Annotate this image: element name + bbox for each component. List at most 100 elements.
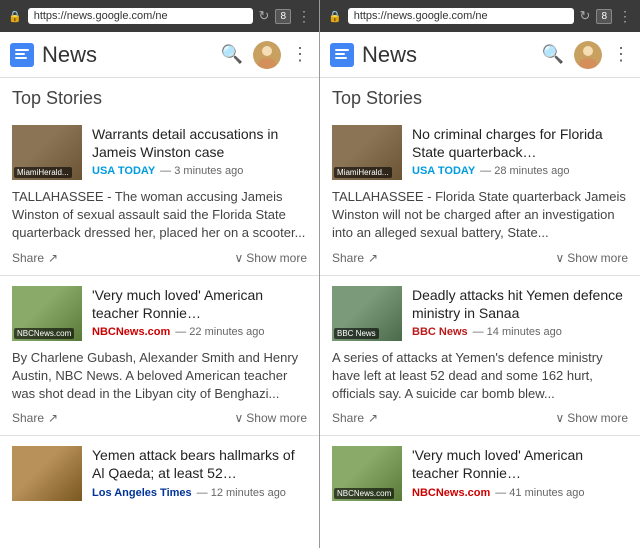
show-more-label: Show more [567, 411, 628, 425]
tab-count[interactable]: 8 [275, 9, 291, 24]
share-label: Share [12, 411, 44, 425]
story-body: A series of attacks at Yemen's defence m… [332, 349, 628, 404]
menu-icon[interactable]: ⋮ [297, 8, 311, 25]
reload-icon[interactable]: ↻ [580, 8, 591, 24]
story-thumbnail: NBCNews.com [12, 286, 82, 341]
share-label: Share [12, 251, 44, 265]
story-time: — 22 minutes ago [175, 326, 264, 338]
story-thumbnail: MiamiHerald... [12, 125, 82, 180]
story-title[interactable]: No criminal charges for Florida State qu… [412, 125, 628, 161]
story-header: MiamiHerald... No criminal charges for F… [332, 125, 628, 180]
more-options-icon[interactable]: ⋮ [291, 44, 309, 65]
story-source: USA TODAY [412, 165, 475, 177]
share-icon: ↗ [48, 251, 58, 265]
source-line: NBCNews.com — 22 minutes ago [92, 326, 307, 338]
source-line: NBCNews.com — 41 minutes ago [412, 487, 628, 499]
story-title[interactable]: 'Very much loved' American teacher Ronni… [412, 446, 628, 482]
show-more-label: Show more [567, 251, 628, 265]
app-title: News [362, 42, 534, 68]
story-header: NBCNews.com 'Very much loved' American t… [332, 446, 628, 501]
story-thumbnail: BBC News [332, 286, 402, 341]
user-avatar[interactable] [574, 41, 602, 69]
user-avatar[interactable] [253, 41, 281, 69]
content-area: Top Stories MiamiHerald... Warrants deta… [0, 78, 319, 548]
source-line: USA TODAY — 3 minutes ago [92, 165, 307, 177]
story-footer: Share ↗ ∨ Show more [332, 411, 628, 425]
story-header: BBC News Deadly attacks hit Yemen defenc… [332, 286, 628, 341]
content-area: Top Stories MiamiHerald... No criminal c… [320, 78, 640, 548]
show-more-button[interactable]: ∨ Show more [556, 251, 629, 265]
story-info: 'Very much loved' American teacher Ronni… [412, 446, 628, 501]
share-button[interactable]: Share ↗ [12, 251, 58, 265]
tab-count[interactable]: 8 [596, 9, 612, 24]
story-info: Yemen attack bears hallmarks of Al Qaeda… [92, 446, 307, 501]
story-time: — 12 minutes ago [197, 487, 286, 499]
share-button[interactable]: Share ↗ [12, 411, 58, 425]
more-options-icon[interactable]: ⋮ [612, 44, 630, 65]
story-footer: Share ↗ ∨ Show more [12, 251, 307, 265]
story-body: TALLAHASSEE - Florida State quarterback … [332, 188, 628, 243]
story-footer: Share ↗ ∨ Show more [12, 411, 307, 425]
chevron-down-icon: ∨ [235, 251, 244, 265]
section-title: Top Stories [320, 78, 640, 115]
address-bar: 🔒 https://news.google.com/ne ↻ 8 ⋮ [320, 0, 640, 32]
story-source: NBCNews.com [412, 487, 490, 499]
reload-icon[interactable]: ↻ [259, 8, 270, 24]
story-footer: Share ↗ ∨ Show more [332, 251, 628, 265]
avatar-image [574, 41, 602, 69]
story-card: MiamiHerald... Warrants detail accusatio… [0, 115, 319, 276]
story-info: Warrants detail accusations in Jameis Wi… [92, 125, 307, 180]
story-source: BBC News [412, 326, 468, 338]
story-title[interactable]: Yemen attack bears hallmarks of Al Qaeda… [92, 446, 307, 482]
story-card: MiamiHerald... No criminal charges for F… [320, 115, 640, 276]
app-bar-icons: 🔍 ⋮ [221, 41, 309, 69]
story-thumbnail [12, 446, 82, 501]
story-info: Deadly attacks hit Yemen defence ministr… [412, 286, 628, 341]
avatar-image [253, 41, 281, 69]
app-logo [10, 43, 34, 67]
story-time: — 28 minutes ago [480, 165, 569, 177]
lock-icon: 🔒 [328, 10, 342, 23]
lock-icon: 🔒 [8, 10, 22, 23]
chevron-down-icon: ∨ [556, 251, 565, 265]
show-more-label: Show more [246, 251, 307, 265]
share-label: Share [332, 411, 364, 425]
story-info: No criminal charges for Florida State qu… [412, 125, 628, 180]
url-bar[interactable]: https://news.google.com/ne [28, 8, 253, 24]
browser-pane: 🔒 https://news.google.com/ne ↻ 8 ⋮ News … [320, 0, 640, 548]
story-thumbnail: MiamiHerald... [332, 125, 402, 180]
story-thumbnail: NBCNews.com [332, 446, 402, 501]
story-card: NBCNews.com 'Very much loved' American t… [320, 436, 640, 519]
story-info: 'Very much loved' American teacher Ronni… [92, 286, 307, 341]
show-more-label: Show more [246, 411, 307, 425]
url-bar[interactable]: https://news.google.com/ne [348, 8, 574, 24]
story-source: USA TODAY [92, 165, 155, 177]
app-title: News [42, 42, 213, 68]
menu-icon[interactable]: ⋮ [618, 8, 632, 25]
story-card: Yemen attack bears hallmarks of Al Qaeda… [0, 436, 319, 519]
story-title[interactable]: Warrants detail accusations in Jameis Wi… [92, 125, 307, 161]
story-header: MiamiHerald... Warrants detail accusatio… [12, 125, 307, 180]
story-body: By Charlene Gubash, Alexander Smith and … [12, 349, 307, 404]
story-title[interactable]: Deadly attacks hit Yemen defence ministr… [412, 286, 628, 322]
search-icon[interactable]: 🔍 [542, 44, 564, 65]
source-line: USA TODAY — 28 minutes ago [412, 165, 628, 177]
section-title: Top Stories [0, 78, 319, 115]
story-time: — 3 minutes ago [160, 165, 243, 177]
story-card: NBCNews.com 'Very much loved' American t… [0, 276, 319, 437]
share-label: Share [332, 251, 364, 265]
chevron-down-icon: ∨ [556, 411, 565, 425]
story-source: NBCNews.com [92, 326, 170, 338]
share-button[interactable]: Share ↗ [332, 411, 378, 425]
source-line: Los Angeles Times — 12 minutes ago [92, 487, 307, 499]
show-more-button[interactable]: ∨ Show more [235, 251, 308, 265]
story-source: Los Angeles Times [92, 487, 192, 499]
show-more-button[interactable]: ∨ Show more [235, 411, 308, 425]
share-button[interactable]: Share ↗ [332, 251, 378, 265]
story-card: BBC News Deadly attacks hit Yemen defenc… [320, 276, 640, 437]
story-header: Yemen attack bears hallmarks of Al Qaeda… [12, 446, 307, 501]
share-icon: ↗ [48, 411, 58, 425]
show-more-button[interactable]: ∨ Show more [556, 411, 629, 425]
story-title[interactable]: 'Very much loved' American teacher Ronni… [92, 286, 307, 322]
search-icon[interactable]: 🔍 [221, 44, 243, 65]
